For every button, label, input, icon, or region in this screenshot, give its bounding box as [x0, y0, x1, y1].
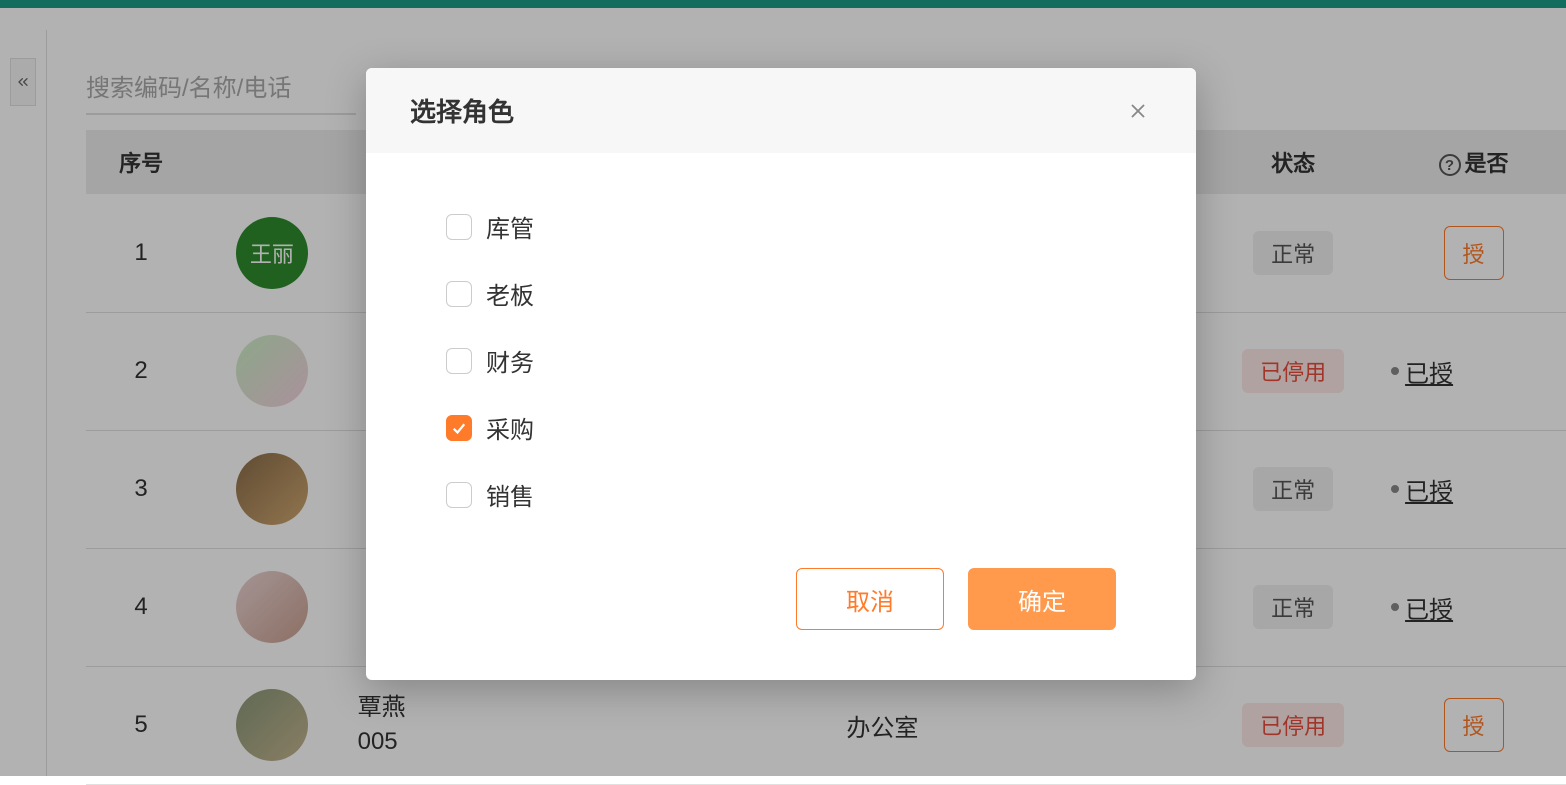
role-checkbox[interactable]	[446, 348, 472, 374]
modal-header: 选择角色	[366, 68, 1196, 153]
role-option[interactable]: 库管	[446, 193, 1116, 260]
role-option[interactable]: 销售	[446, 461, 1116, 528]
modal-footer: 取消 确定	[366, 538, 1196, 680]
role-checkbox[interactable]	[446, 281, 472, 307]
role-select-modal: 选择角色 库管老板财务采购销售 取消 确定	[366, 68, 1196, 680]
role-label: 采购	[486, 410, 534, 445]
cancel-button[interactable]: 取消	[796, 568, 944, 630]
role-label: 老板	[486, 276, 534, 311]
role-option[interactable]: 采购	[446, 394, 1116, 461]
modal-close-button[interactable]	[1124, 97, 1152, 125]
role-checkbox[interactable]	[446, 415, 472, 441]
role-option[interactable]: 老板	[446, 260, 1116, 327]
role-checkbox[interactable]	[446, 482, 472, 508]
modal-title: 选择角色	[410, 92, 514, 129]
role-label: 财务	[486, 343, 534, 378]
check-icon	[450, 419, 468, 437]
confirm-button[interactable]: 确定	[968, 568, 1116, 630]
role-checkbox[interactable]	[446, 214, 472, 240]
role-option[interactable]: 财务	[446, 327, 1116, 394]
role-label: 库管	[486, 209, 534, 244]
modal-body: 库管老板财务采购销售	[366, 153, 1196, 538]
role-label: 销售	[486, 477, 534, 512]
close-icon	[1127, 100, 1149, 122]
